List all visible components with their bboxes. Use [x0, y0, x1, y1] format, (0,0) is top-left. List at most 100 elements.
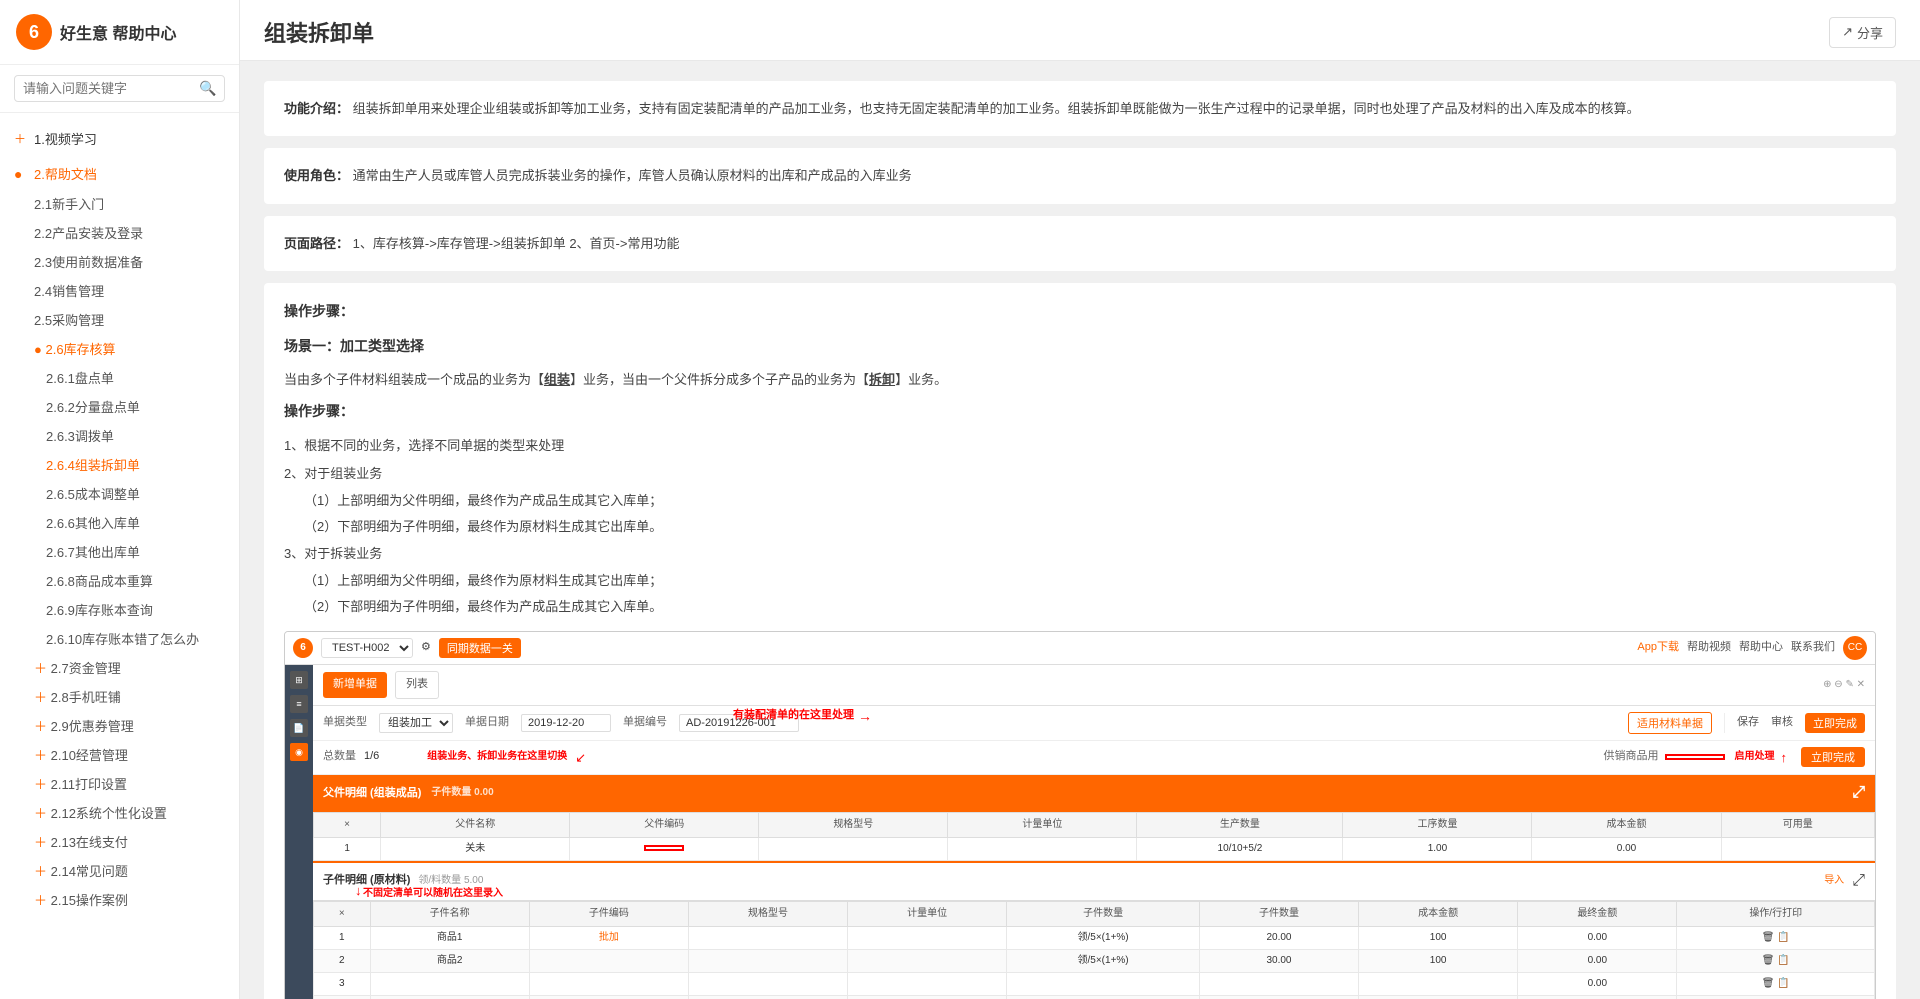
path-text: 1、库存核算->库存管理->组装拆卸单 2、首页->常用功能 [353, 236, 680, 251]
ss-right-field: 供销商品用 启用处理 ↑ 立即完成 [1604, 746, 1866, 769]
ss-td-del: 1 [314, 837, 381, 860]
path-card: 页面路径： 1、库存核算->库存管理->组装拆卸单 2、首页->常用功能 [264, 216, 1896, 271]
sidebar-item-2-14[interactable]: ＋ 2.14常见问题 [0, 856, 239, 885]
sidebar-item-2-13[interactable]: ＋ 2.13在线支付 [0, 827, 239, 856]
table-row: 30.00🗑 📋 [314, 972, 1875, 995]
ss-td-prod-qty: 10/10+5/2 [1137, 837, 1343, 860]
ss-date-input[interactable] [521, 714, 611, 732]
ss-extra-icons: ⊕ ⊖ ✎ ✕ [1823, 676, 1865, 694]
search-box: 🔍 [14, 75, 225, 102]
ss-import-link[interactable]: 导入 [1824, 872, 1844, 890]
sidebar-item-2-15[interactable]: ＋ 2.15操作案例 [0, 885, 239, 914]
ss-contact-link[interactable]: 联系我们 [1791, 638, 1835, 658]
ss-body: ⊞ ≡ 📄 ◉ 新增单据 列表 ⊕ ⊖ ✎ [285, 665, 1875, 999]
ss-complete-btn[interactable]: 立即完成 [1805, 713, 1865, 733]
sidebar-item-2-2[interactable]: 2.2产品安装及登录 [0, 218, 239, 247]
ss-th-avail: 可用量 [1721, 812, 1874, 837]
ss-upper-hint: 子件数量 0.00 [431, 784, 493, 802]
sidebar-item-2-11[interactable]: ＋ 2.11打印设置 [0, 769, 239, 798]
sidebar-item-2-6-4[interactable]: 2.6.4组装拆卸单 [0, 450, 239, 479]
ss-company-select[interactable]: TEST-H002 [321, 638, 413, 658]
ss-code-input-highlighted[interactable] [644, 845, 684, 851]
annotation3-arrow: ↑ [1781, 746, 1788, 769]
ss-upper-header: 父件明细 (组装成品) 子件数量 0.00 ⤢ [313, 775, 1875, 812]
sidebar-item-2-6-6[interactable]: 2.6.6其他入库单 [0, 508, 239, 537]
sidebar-item-2-6[interactable]: ● 2.6库存核算 [0, 334, 239, 363]
step-2-2: （2）下部明细为子件明细，最终作为原材料生成其它出库单。 [284, 515, 1876, 538]
ss-expand-icon[interactable]: ⤢ [1852, 779, 1865, 808]
sidebar-item-2-12[interactable]: ＋ 2.12系统个性化设置 [0, 798, 239, 827]
ss-active-icon[interactable]: ◉ [290, 743, 308, 761]
ss-lth-spec: 规格型号 [688, 901, 847, 926]
ss-home-icon[interactable]: ⊞ [290, 671, 308, 689]
sidebar-item-2-3[interactable]: 2.3使用前数据准备 [0, 247, 239, 276]
ss-topbar: 6 TEST-H002 ⚙ 同期数据一关 App下载 帮助视频 帮助中心 联系我… [285, 632, 1875, 665]
sidebar-item-2-1[interactable]: 2.1新手入门 [0, 189, 239, 218]
sidebar-item-2-7[interactable]: ＋ 2.7资金管理 [0, 653, 239, 682]
ss-doc-icon[interactable]: 📄 [290, 719, 308, 737]
sidebar-item-video-label: 1.视频学习 [34, 129, 97, 148]
annotation1-label: 有装配清单的在这里处理 [733, 706, 854, 726]
sidebar-item-2-8[interactable]: ＋ 2.8手机旺铺 [0, 682, 239, 711]
plus-icon: ＋ [14, 130, 28, 147]
ss-app-link[interactable]: App下载 [1637, 638, 1679, 658]
annotation4-label: 不固定清单可以随机在这里录入 [363, 885, 503, 903]
search-icon[interactable]: 🔍 [199, 80, 216, 97]
ss-td-spec [759, 837, 948, 860]
sidebar-item-2-6-5[interactable]: 2.6.5成本调整单 [0, 479, 239, 508]
ss-lower-expand-icon[interactable]: ⤢ [1852, 867, 1865, 896]
annotation2-label: 组装业务、拆卸业务在这里切换 [427, 748, 567, 766]
scene1-disassemble: 拆卸 [869, 372, 895, 387]
ss-lth-qty2: 子件数量 [1199, 901, 1358, 926]
ss-left-icons: ⊞ ≡ 📄 ◉ [285, 665, 313, 999]
ss-upper-table: × 父件名称 父件编码 规格型号 计量单位 生产数量 工序数量 成本金额 [313, 812, 1875, 861]
sidebar-item-video[interactable]: ＋ 1.视频学习 [0, 123, 239, 154]
ss-lth-unit: 计量单位 [848, 901, 1007, 926]
op-steps-title: 操作步骤： [284, 299, 1876, 324]
ss-ltd-idx: 1 [314, 926, 371, 949]
scene1-assemble: 组装 [544, 372, 570, 387]
ss-tab-list[interactable]: 列表 [395, 671, 439, 699]
ss-sync-button[interactable]: 同期数据一关 [439, 638, 521, 658]
ss-lth-final: 最终金额 [1518, 901, 1677, 926]
sidebar-item-2-4[interactable]: 2.4销售管理 [0, 276, 239, 305]
ss-save-label: 保存 [1737, 713, 1759, 733]
ss-help-center-link[interactable]: 帮助中心 [1739, 638, 1783, 658]
ss-th-prod-qty: 生产数量 [1137, 812, 1343, 837]
sidebar-item-2-6-9[interactable]: 2.6.9库存账本查询 [0, 595, 239, 624]
share-icon: ↗ [1842, 24, 1853, 40]
ss-supplier-input[interactable] [1665, 754, 1725, 760]
ss-logo-icon: 6 [293, 638, 313, 658]
sidebar-item-2-6-3[interactable]: 2.6.3调拨单 [0, 421, 239, 450]
ss-apply-btn[interactable]: 立即完成 [1801, 747, 1865, 767]
ss-list-icon[interactable]: ≡ [290, 695, 308, 713]
ss-confirm-btn[interactable]: 适用材料单据 [1628, 712, 1712, 734]
sidebar-item-docs[interactable]: ● 2.帮助文档 [0, 158, 239, 189]
search-input[interactable] [23, 81, 199, 96]
ss-type-select[interactable]: 组装加工 拆卸加工 [379, 713, 453, 733]
annotation3-label: 启用处理 [1735, 748, 1775, 766]
ss-th-name: 父件名称 [381, 812, 570, 837]
sidebar-item-2-9[interactable]: ＋ 2.9优惠券管理 [0, 711, 239, 740]
table-row: 40.00🗑 📋 [314, 995, 1875, 999]
sidebar-item-2-6-7[interactable]: 2.6.7其他出库单 [0, 537, 239, 566]
sidebar-item-2-6-10[interactable]: 2.6.10库存账本错了怎么办 [0, 624, 239, 653]
ss-form-area: 单据类型 组装加工 拆卸加工 单据日期 单据编号 [313, 706, 1875, 741]
sidebar-item-2-6-1[interactable]: 2.6.1盘点单 [0, 363, 239, 392]
ss-td-cost: 0.00 [1532, 837, 1721, 860]
ss-th-unit: 计量单位 [948, 812, 1137, 837]
sidebar-item-2-5[interactable]: 2.5采购管理 [0, 305, 239, 334]
page-title: 组装拆卸单 [264, 16, 374, 48]
ss-toolbar: 新增单据 列表 ⊕ ⊖ ✎ ✕ [313, 665, 1875, 706]
ss-lth-del: × [314, 901, 371, 926]
sidebar-item-2-6-8[interactable]: 2.6.8商品成本重算 [0, 566, 239, 595]
scene1-steps-title: 操作步骤： [284, 399, 1876, 424]
ss-help-video-link[interactable]: 帮助视频 [1687, 638, 1731, 658]
main-content: 组装拆卸单 ↗ 分享 功能介绍： 组装拆卸单用来处理企业组装或拆卸等加工业务，支… [240, 0, 1920, 999]
sidebar-item-2-10[interactable]: ＋ 2.10经营管理 [0, 740, 239, 769]
content-area: 功能介绍： 组装拆卸单用来处理企业组装或拆卸等加工业务，支持有固定装配清单的产品… [240, 61, 1920, 999]
share-button[interactable]: ↗ 分享 [1829, 17, 1896, 48]
ss-sub-form: 总数量 1/6 组装业务、拆卸业务在这里切换 ↙ 供销商品用 [313, 741, 1875, 775]
sidebar-item-2-6-2[interactable]: 2.6.2分量盘点单 [0, 392, 239, 421]
ss-tab-new[interactable]: 新增单据 [323, 672, 387, 698]
